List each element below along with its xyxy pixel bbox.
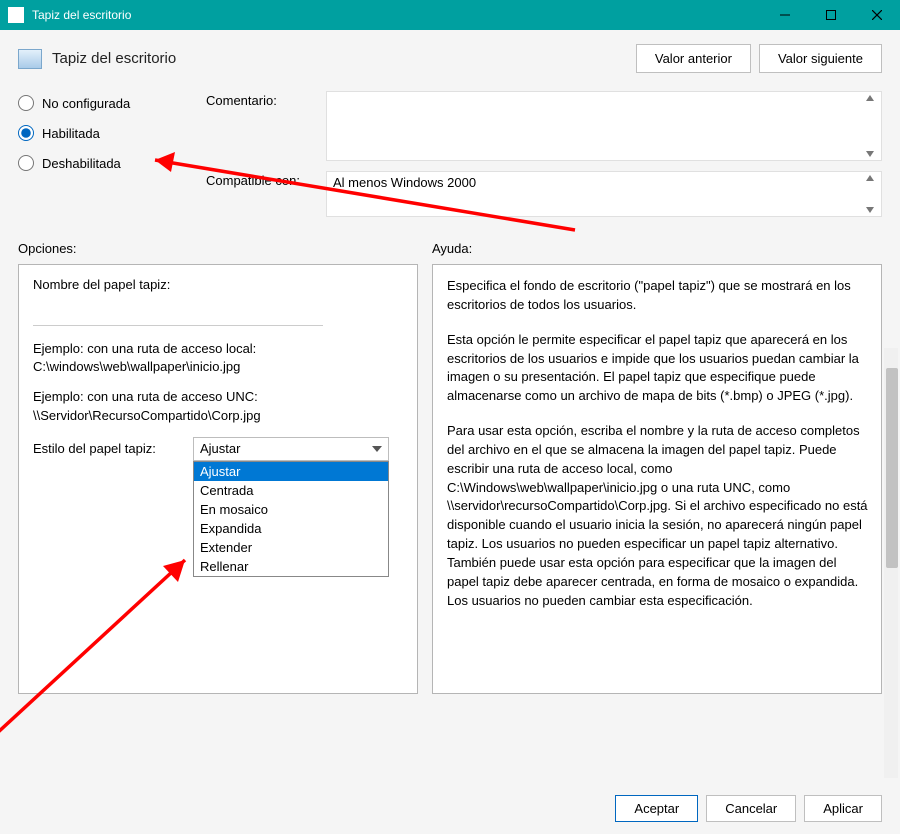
titlebar: Tapiz del escritorio xyxy=(0,0,900,30)
wallpaper-style-dropdown[interactable]: AjustarCentradaEn mosaicoExpandidaExtend… xyxy=(193,461,389,577)
state-radio-group: No configurada Habilitada Deshabilitada xyxy=(18,91,188,227)
chevron-down-icon xyxy=(372,446,382,452)
apply-button[interactable]: Aplicar xyxy=(804,795,882,822)
radio-enabled-label: Habilitada xyxy=(42,126,100,141)
page-title: Tapiz del escritorio xyxy=(52,50,628,67)
options-panel: Nombre del papel tapiz: Ejemplo: con una… xyxy=(18,264,418,694)
style-option-centrada[interactable]: Centrada xyxy=(194,481,388,500)
comment-spin-up[interactable] xyxy=(865,94,879,102)
style-option-rellenar[interactable]: Rellenar xyxy=(194,557,388,576)
compat-label: Compatible con: xyxy=(206,171,326,217)
help-paragraph-2: Esta opción le permite especificar el pa… xyxy=(447,331,871,406)
style-option-ajustar[interactable]: Ajustar xyxy=(194,462,388,481)
app-icon xyxy=(8,7,24,23)
minimize-button[interactable] xyxy=(762,0,808,30)
radio-not-configured-label: No configurada xyxy=(42,96,130,111)
comment-field[interactable] xyxy=(326,91,882,161)
help-paragraph-3: Para usar esta opción, escriba el nombre… xyxy=(447,422,871,610)
style-option-expandida[interactable]: Expandida xyxy=(194,519,388,538)
example-unc-label: Ejemplo: con una ruta de acceso UNC: xyxy=(33,388,403,406)
maximize-button[interactable] xyxy=(808,0,854,30)
wallpaper-style-selected: Ajustar xyxy=(200,441,240,456)
style-option-en-mosaico[interactable]: En mosaico xyxy=(194,500,388,519)
cancel-button[interactable]: Cancelar xyxy=(706,795,796,822)
help-section-label: Ayuda: xyxy=(432,241,472,256)
example-unc-path: \\Servidor\RecursoCompartido\Corp.jpg xyxy=(33,407,403,425)
options-section-label: Opciones: xyxy=(18,241,432,256)
prev-value-button[interactable]: Valor anterior xyxy=(636,44,751,73)
wallpaper-style-combobox[interactable]: Ajustar xyxy=(193,437,389,461)
compat-value: Al menos Windows 2000 xyxy=(333,175,476,190)
compat-field: Al menos Windows 2000 xyxy=(326,171,882,217)
radio-not-configured[interactable]: No configurada xyxy=(18,95,188,111)
help-panel: Especifica el fondo de escritorio ("pape… xyxy=(432,264,882,694)
policy-icon xyxy=(18,49,42,69)
comment-spin-down[interactable] xyxy=(865,150,879,158)
wallpaper-name-input[interactable] xyxy=(33,302,323,326)
next-value-button[interactable]: Valor siguiente xyxy=(759,44,882,73)
example-local-path: C:\windows\web\wallpaper\inicio.jpg xyxy=(33,358,403,376)
wallpaper-style-label: Estilo del papel tapiz: xyxy=(33,437,193,456)
compat-spin-up[interactable] xyxy=(865,174,879,182)
radio-disabled-label: Deshabilitada xyxy=(42,156,121,171)
ok-button[interactable]: Aceptar xyxy=(615,795,698,822)
example-local-label: Ejemplo: con una ruta de acceso local: xyxy=(33,340,403,358)
window-title: Tapiz del escritorio xyxy=(32,8,762,22)
style-option-extender[interactable]: Extender xyxy=(194,538,388,557)
compat-spin-down[interactable] xyxy=(865,206,879,214)
radio-enabled[interactable]: Habilitada xyxy=(18,125,188,141)
close-button[interactable] xyxy=(854,0,900,30)
comment-label: Comentario: xyxy=(206,91,326,161)
scrollbar-thumb[interactable] xyxy=(886,368,898,568)
help-paragraph-1: Especifica el fondo de escritorio ("pape… xyxy=(447,277,871,315)
wallpaper-name-label: Nombre del papel tapiz: xyxy=(33,277,403,292)
radio-disabled[interactable]: Deshabilitada xyxy=(18,155,188,171)
